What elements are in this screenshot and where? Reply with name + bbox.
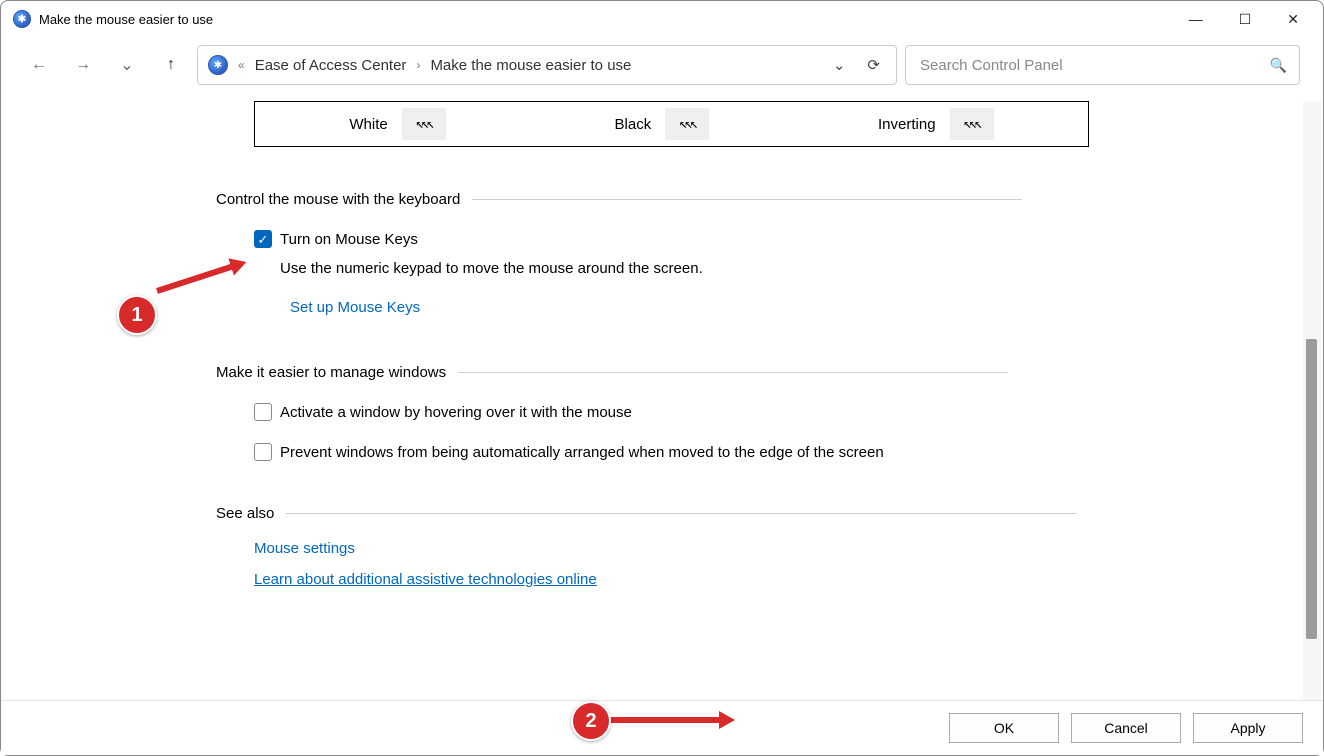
location-icon: ✱	[208, 55, 228, 75]
address-bar[interactable]: ✱ « Ease of Access Center › Make the mou…	[197, 45, 897, 85]
forward-button[interactable]: →	[65, 47, 101, 83]
setup-mousekeys-link[interactable]: Set up Mouse Keys	[290, 299, 1283, 316]
app-icon: ✱	[13, 10, 31, 28]
pointer-option-white[interactable]: White ↖↖↖	[349, 108, 445, 140]
scrollbar[interactable]	[1303, 101, 1321, 700]
mousekeys-checkbox[interactable]	[254, 230, 272, 248]
cursor-sample-black: ↖↖↖	[665, 108, 709, 140]
back-button[interactable]: ←	[21, 47, 57, 83]
minimize-button[interactable]: ―	[1189, 11, 1203, 28]
cursor-sample-white: ↖↖↖	[402, 108, 446, 140]
up-button[interactable]: ↑	[153, 47, 189, 83]
pointer-option-black[interactable]: Black ↖↖↖	[615, 108, 710, 140]
cancel-button[interactable]: Cancel	[1071, 713, 1181, 743]
mousekeys-checkbox-label: Turn on Mouse Keys	[280, 231, 418, 248]
breadcrumb-ellipsis[interactable]: «	[238, 58, 245, 72]
pointer-option-inverting[interactable]: Inverting ↖↖↖	[878, 108, 994, 140]
breadcrumb-current[interactable]: Make the mouse easier to use	[430, 57, 631, 74]
hover-activate-label: Activate a window by hovering over it wi…	[280, 404, 632, 421]
apply-button[interactable]: Apply	[1193, 713, 1303, 743]
title-bar: ✱ Make the mouse easier to use ― ☐ ✕	[1, 1, 1323, 37]
cursor-sample-inverting: ↖↖↖	[950, 108, 994, 140]
mouse-settings-link[interactable]: Mouse settings	[254, 540, 355, 557]
button-bar: OK Cancel Apply	[1, 701, 1323, 755]
maximize-button[interactable]: ☐	[1239, 11, 1252, 28]
mousekeys-description: Use the numeric keypad to move the mouse…	[280, 260, 1283, 277]
close-button[interactable]: ✕	[1287, 11, 1299, 28]
chevron-right-icon: ›	[416, 58, 420, 72]
toolbar: ← → ⌄ ↑ ✱ « Ease of Access Center › Make…	[1, 37, 1323, 101]
hover-activate-checkbox[interactable]	[254, 403, 272, 421]
history-dropdown[interactable]: ⌄	[109, 47, 145, 83]
section-seealso: See also	[216, 505, 1283, 522]
section-windows: Make it easier to manage windows	[216, 364, 1283, 381]
window-title: Make the mouse easier to use	[39, 12, 213, 27]
assistive-tech-link[interactable]: Learn about additional assistive technol…	[254, 571, 597, 588]
annotation-badge-1: 1	[117, 295, 157, 335]
hover-activate-row: Activate a window by hovering over it wi…	[254, 403, 1283, 421]
pointer-color-group[interactable]: White ↖↖↖ Black ↖↖↖ Inverting ↖↖↖	[254, 101, 1089, 147]
prevent-snap-checkbox[interactable]	[254, 443, 272, 461]
section-mousekeys: Control the mouse with the keyboard	[216, 191, 1283, 208]
prevent-snap-label: Prevent windows from being automatically…	[280, 444, 884, 461]
search-icon[interactable]: 🔍	[1270, 57, 1287, 74]
content-area: White ↖↖↖ Black ↖↖↖ Inverting ↖↖↖ Contro…	[1, 101, 1323, 701]
search-input[interactable]	[918, 56, 1270, 75]
annotation-badge-2: 2	[571, 701, 611, 741]
ok-button[interactable]: OK	[949, 713, 1059, 743]
search-box[interactable]: 🔍	[905, 45, 1300, 85]
breadcrumb-parent[interactable]: Ease of Access Center	[255, 57, 407, 74]
address-dropdown[interactable]: ⌄	[827, 56, 852, 74]
scrollbar-thumb[interactable]	[1306, 339, 1317, 639]
prevent-snap-row: Prevent windows from being automatically…	[254, 443, 1283, 461]
window-controls: ― ☐ ✕	[1189, 11, 1323, 28]
refresh-button[interactable]: ⟳	[861, 56, 886, 74]
annotation-arrow-2	[611, 717, 721, 723]
mousekeys-checkbox-row: Turn on Mouse Keys	[254, 230, 1283, 248]
